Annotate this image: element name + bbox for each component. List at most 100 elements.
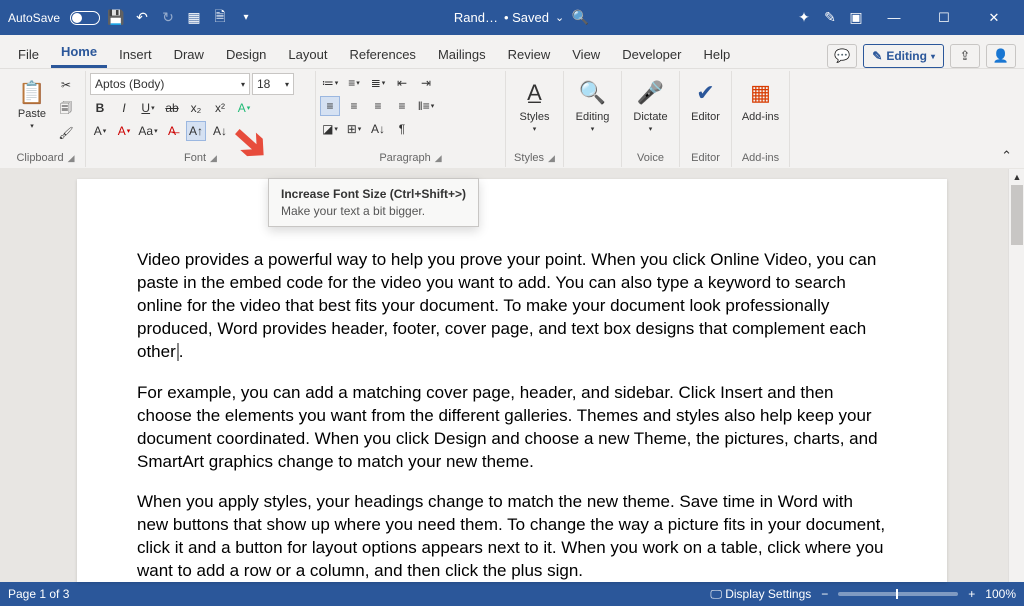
bold-button[interactable]: B [90,98,110,118]
paragraph-3[interactable]: When you apply styles, your headings cha… [137,491,887,583]
doc-title-area[interactable]: Rand… • Saved ⌄ [454,10,564,25]
font-name-select[interactable]: Aptos (Body)▾ [90,73,250,95]
clear-formatting-button[interactable]: A̶ [162,121,182,141]
dec-indent-button[interactable]: ⇤ [392,73,412,93]
format-painter-icon[interactable]: 🖌 [56,123,76,143]
font-size-value: 18 [257,77,270,91]
font-dialog-launcher[interactable]: ◢ [210,153,217,164]
bullets-button[interactable]: ≔▾ [320,73,340,93]
tab-insert[interactable]: Insert [109,41,162,68]
tab-file[interactable]: File [8,41,49,68]
align-left-button[interactable]: ≡ [320,96,340,116]
display-settings-button[interactable]: 🖵 Display Settings [710,587,811,602]
scroll-thumb[interactable] [1011,185,1023,245]
overflow-icon[interactable]: ▾ [236,8,256,28]
font-size-select[interactable]: 18▾ [252,73,294,95]
minimize-button[interactable]: — [872,3,916,33]
increase-font-tooltip: Increase Font Size (Ctrl+Shift+>) Make y… [268,178,479,227]
editor-button[interactable]: ✔︎ Editor [684,73,727,123]
underline-button[interactable]: U▾ [138,98,158,118]
clipboard-label: Clipboard [16,152,63,164]
increase-font-size-button[interactable]: A↑ [186,121,206,141]
styles-button[interactable]: A̲ Styles ▾ [510,73,559,133]
paragraph-dialog-launcher[interactable]: ◢ [435,153,442,164]
share-button[interactable]: ⇪ [950,44,980,68]
align-right-button[interactable]: ≡ [368,96,388,116]
highlight-button[interactable]: A▾ [90,121,110,141]
inc-indent-button[interactable]: ⇥ [416,73,436,93]
subscript-button[interactable]: x₂ [186,98,206,118]
window-icon[interactable]: ▣ [846,8,866,28]
page-indicator[interactable]: Page 1 of 3 [8,587,69,601]
zoom-out-button[interactable]: − [821,587,828,601]
editing-mode-button[interactable]: ✎ Editing ▾ [863,44,944,68]
ribbon-styles: A̲ Styles ▾ Styles◢ [506,71,564,167]
scroll-up-icon[interactable]: ▲ [1009,169,1024,185]
show-marks-button[interactable]: ¶ [392,119,412,139]
decrease-font-size-button[interactable]: A↓ [210,121,230,141]
align-center-button[interactable]: ≡ [344,96,364,116]
tab-developer[interactable]: Developer [612,41,691,68]
undo-icon[interactable]: ↶ [132,8,152,28]
doc-name: Rand… [454,10,498,25]
zoom-slider[interactable] [838,592,958,596]
tab-mailings[interactable]: Mailings [428,41,496,68]
editing-button[interactable]: 🔍 Editing ▾ [568,73,617,133]
dictate-button[interactable]: 🎤 Dictate ▾ [626,73,675,133]
shading-button[interactable]: ◪▾ [320,119,340,139]
search-icon[interactable]: 🔍 [570,8,590,28]
save-icon[interactable]: 💾 [106,8,126,28]
tab-design[interactable]: Design [216,41,276,68]
change-case-button[interactable]: Aa▾ [138,121,158,141]
statusbar: Page 1 of 3 🖵 Display Settings − + 100% [0,582,1024,606]
autosave-toggle[interactable] [70,11,100,25]
tab-view[interactable]: View [562,41,610,68]
save-status-dd[interactable]: ⌄ [555,11,564,24]
borders-button[interactable]: ⊞▾ [344,119,364,139]
multilevel-button[interactable]: ≣▾ [368,73,388,93]
tab-review[interactable]: Review [498,41,561,68]
tab-help[interactable]: Help [693,41,740,68]
addins-button[interactable]: ▦ Add-ins [736,73,785,123]
cut-icon[interactable]: ✂ [56,75,76,95]
diamond-icon[interactable]: ✦ [794,8,814,28]
sort-button[interactable]: A↓ [368,119,388,139]
tab-home[interactable]: Home [51,38,107,68]
strikethrough-button[interactable]: ab [162,98,182,118]
numbering-button[interactable]: ≡▾ [344,73,364,93]
collapse-ribbon-icon[interactable]: ⌃ [995,71,1018,168]
doc-icon[interactable]: 🗎 [210,8,230,28]
presence-button[interactable]: 👤 [986,44,1016,68]
font-color-button[interactable]: A▾ [114,121,134,141]
tab-draw[interactable]: Draw [164,41,214,68]
redo-icon[interactable]: ↻ [158,8,178,28]
paragraph-1[interactable]: Video provides a powerful way to help yo… [137,249,887,364]
font-name-value: Aptos (Body) [95,77,164,91]
close-button[interactable]: ✕ [972,3,1016,33]
page[interactable]: Video provides a powerful way to help yo… [77,179,947,582]
copy-icon[interactable]: 🗐 [56,99,76,119]
zoom-level[interactable]: 100% [985,587,1016,601]
italic-button[interactable]: I [114,98,134,118]
styles-dialog-launcher[interactable]: ◢ [548,153,555,164]
superscript-button[interactable]: x² [210,98,230,118]
vertical-scrollbar[interactable]: ▲ [1008,169,1024,582]
line-spacing-button[interactable]: ‖≡▾ [416,96,436,116]
wand-icon[interactable]: ✎ [820,8,840,28]
tab-layout[interactable]: Layout [278,41,337,68]
clipboard-dialog-launcher[interactable]: ◢ [68,153,75,164]
editor-label: Editor [691,111,720,123]
zoom-in-button[interactable]: + [968,587,975,601]
paste-button[interactable]: 📋 Paste ▾ [10,73,54,137]
document-body[interactable]: Video provides a powerful way to help yo… [137,249,887,583]
justify-button[interactable]: ≡ [392,96,412,116]
display-settings-label: Display Settings [725,587,811,601]
tooltip-title: Increase Font Size (Ctrl+Shift+>) [281,187,466,201]
paragraph-2[interactable]: For example, you can add a matching cove… [137,382,887,474]
grid-icon[interactable]: ▦ [184,8,204,28]
ribbon: 📋 Paste ▾ ✂ 🗐 🖌 Clipboard ◢ Aptos (Body)▾… [0,69,1024,169]
tab-references[interactable]: References [339,41,425,68]
editor-group-label: Editor [691,152,720,164]
maximize-button[interactable]: ☐ [922,3,966,33]
comments-button[interactable]: 💬 [827,44,857,68]
